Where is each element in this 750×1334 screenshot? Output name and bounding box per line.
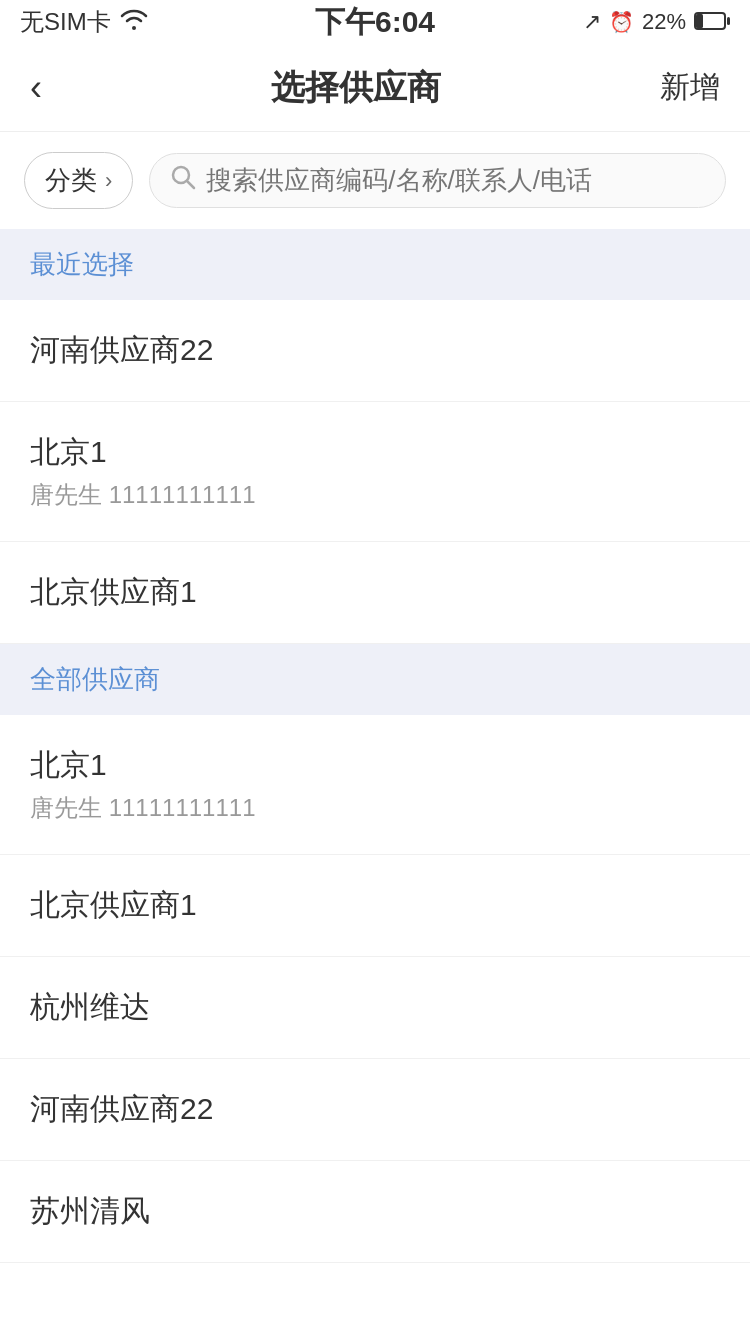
all-section-header: 全部供应商 (0, 644, 750, 715)
status-left: 无SIM卡 (20, 6, 149, 38)
item-name: 河南供应商22 (30, 330, 720, 371)
search-icon (170, 164, 196, 197)
filter-bar: 分类 › (0, 132, 750, 229)
nav-bar: ‹ 选择供应商 新增 (0, 44, 750, 132)
all-section-label: 全部供应商 (30, 664, 160, 694)
item-name: 北京供应商1 (30, 572, 720, 613)
nav-title: 选择供应商 (271, 65, 441, 111)
recent-items-list: 河南供应商22 北京1 唐先生 11111111111 北京供应商1 (0, 300, 750, 644)
status-right: ↗ ⏰ 22% (583, 8, 730, 36)
item-name: 北京1 (30, 432, 720, 473)
status-bar: 无SIM卡 下午6:04 ↗ ⏰ 22% (0, 0, 750, 44)
item-sub: 唐先生 11111111111 (30, 479, 720, 511)
all-list-item[interactable]: 北京供应商1 (0, 855, 750, 957)
search-input[interactable] (206, 165, 705, 196)
item-sub: 唐先生 11111111111 (30, 792, 720, 824)
alarm-icon: ⏰ (609, 10, 634, 34)
all-list-item[interactable]: 苏州清风 (0, 1161, 750, 1263)
recent-section-label: 最近选择 (30, 249, 134, 279)
category-label: 分类 (45, 163, 97, 198)
battery-label: 22% (642, 9, 686, 35)
all-list-item[interactable]: 杭州维达 (0, 957, 750, 1059)
recent-section-header: 最近选择 (0, 229, 750, 300)
recent-list-item[interactable]: 北京1 唐先生 11111111111 (0, 402, 750, 542)
search-box[interactable] (149, 153, 726, 208)
back-button[interactable]: ‹ (20, 57, 52, 119)
category-button[interactable]: 分类 › (24, 152, 133, 209)
recent-list-item[interactable]: 北京供应商1 (0, 542, 750, 644)
all-list-item[interactable]: 北京1 唐先生 11111111111 (0, 715, 750, 855)
item-name: 北京供应商1 (30, 885, 720, 926)
carrier-label: 无SIM卡 (20, 6, 111, 38)
item-name: 河南供应商22 (30, 1089, 720, 1130)
item-name: 杭州维达 (30, 987, 720, 1028)
item-name: 苏州清风 (30, 1191, 720, 1232)
recent-list-item[interactable]: 河南供应商22 (0, 300, 750, 402)
wifi-icon (119, 8, 149, 36)
item-name: 北京1 (30, 745, 720, 786)
svg-rect-1 (696, 14, 703, 28)
battery-icon (694, 8, 730, 36)
new-action-button[interactable]: 新增 (660, 67, 720, 108)
status-time: 下午6:04 (315, 2, 435, 43)
chevron-right-icon: › (105, 168, 112, 194)
all-list-item[interactable]: 河南供应商22 (0, 1059, 750, 1161)
all-items-list: 北京1 唐先生 11111111111 北京供应商1 杭州维达河南供应商22 苏州清风 (0, 715, 750, 1263)
svg-line-4 (187, 181, 194, 188)
location-icon: ↗ (583, 9, 601, 35)
svg-rect-2 (727, 17, 730, 25)
